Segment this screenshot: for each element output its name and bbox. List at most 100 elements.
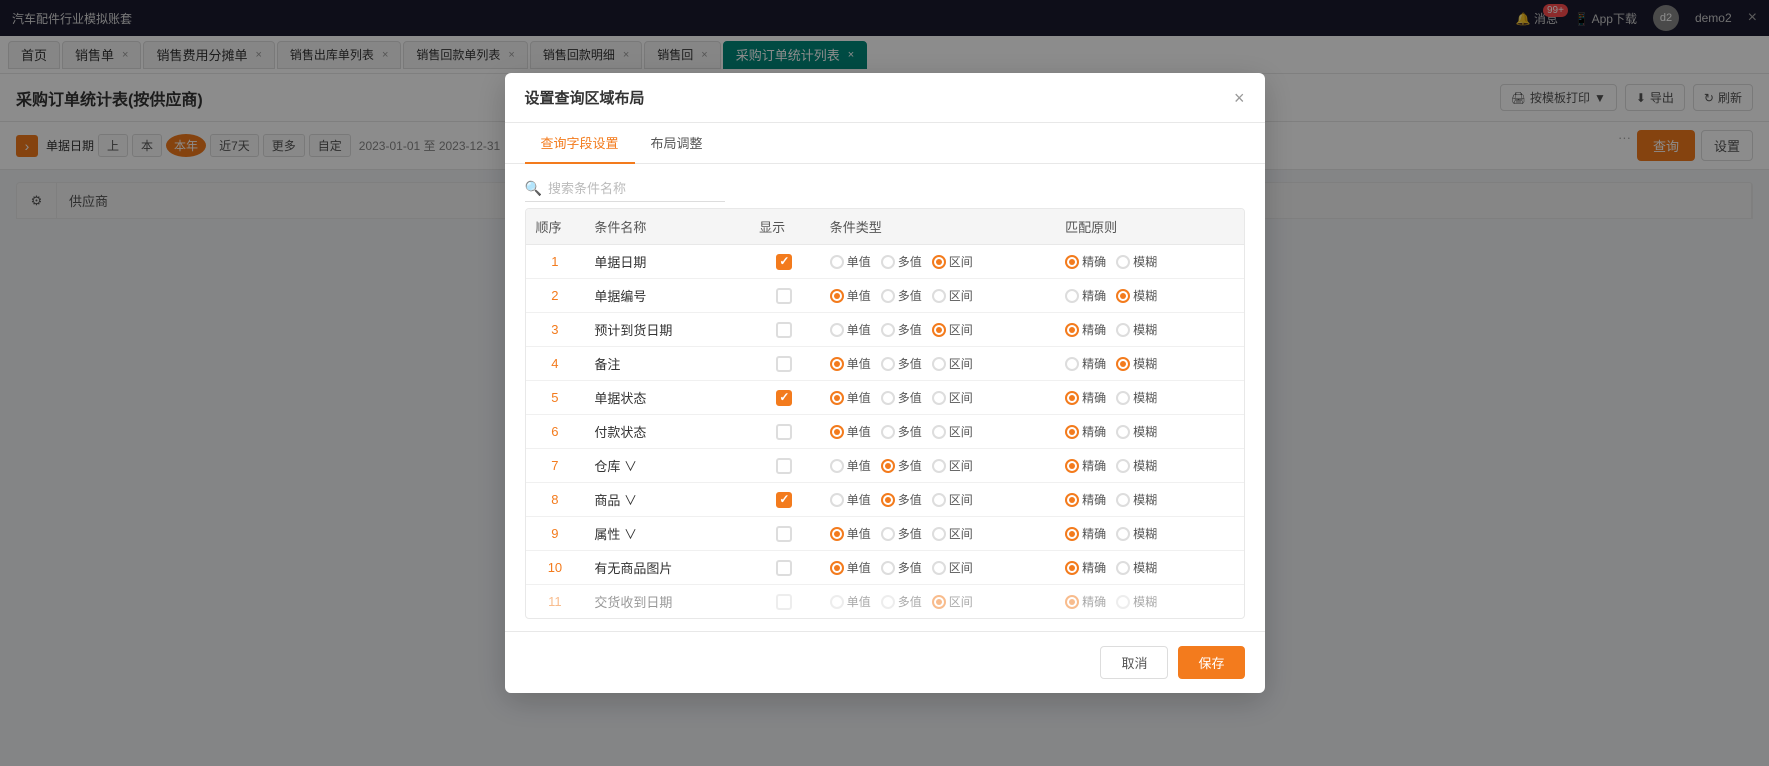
radio-match-精确[interactable]: 精确	[1065, 355, 1106, 372]
radio-match-精确[interactable]: 精确	[1065, 559, 1106, 576]
cell-show	[749, 551, 820, 585]
radio-match-模糊[interactable]: 模糊	[1116, 457, 1157, 474]
cell-name: 备注	[584, 347, 749, 381]
radio-match-模糊[interactable]: 模糊	[1116, 423, 1157, 440]
cell-match: 精确模糊	[1055, 245, 1243, 279]
cell-name: 属性 ∨	[584, 517, 749, 551]
show-checkbox[interactable]	[776, 424, 792, 440]
table-header-row: 顺序 条件名称 显示 条件类型 匹配原则	[526, 209, 1244, 245]
radio-type-多值[interactable]: 多值	[881, 389, 922, 406]
cell-match: 精确模糊	[1055, 313, 1243, 347]
radio-match-精确[interactable]: 精确	[1065, 287, 1106, 304]
cell-show	[749, 381, 820, 415]
search-input[interactable]	[548, 181, 725, 196]
radio-type-多值[interactable]: 多值	[881, 423, 922, 440]
show-checkbox[interactable]	[776, 492, 792, 508]
radio-type-多值[interactable]: 多值	[881, 287, 922, 304]
radio-match-精确[interactable]: 精确	[1065, 389, 1106, 406]
radio-type-多值[interactable]: 多值	[881, 321, 922, 338]
radio-match-模糊[interactable]: 模糊	[1116, 525, 1157, 542]
radio-type-区间[interactable]: 区间	[932, 253, 973, 270]
radio-type-区间[interactable]: 区间	[932, 457, 973, 474]
cell-type: 单值多值区间	[820, 415, 1055, 449]
radio-type-单值[interactable]: 单值	[830, 423, 871, 440]
show-checkbox[interactable]	[776, 288, 792, 304]
cell-name: 付款状态	[584, 415, 749, 449]
radio-type-区间[interactable]: 区间	[932, 491, 973, 508]
radio-type-多值[interactable]: 多值	[881, 355, 922, 372]
radio-match-模糊[interactable]: 模糊	[1116, 389, 1157, 406]
radio-type-区间[interactable]: 区间	[932, 423, 973, 440]
th-type: 条件类型	[820, 209, 1055, 245]
tab-layout-adjust[interactable]: 布局调整	[635, 123, 719, 164]
radio-type-多值[interactable]: 多值	[881, 457, 922, 474]
cell-type: 单值多值区间	[820, 483, 1055, 517]
radio-type-单值[interactable]: 单值	[830, 525, 871, 542]
radio-match-模糊[interactable]: 模糊	[1116, 321, 1157, 338]
radio-match-模糊[interactable]: 模糊	[1116, 491, 1157, 508]
cell-show	[749, 449, 820, 483]
show-checkbox[interactable]	[776, 560, 792, 576]
cell-match: 精确模糊	[1055, 551, 1243, 585]
cancel-button[interactable]: 取消	[1100, 646, 1168, 679]
show-checkbox[interactable]	[776, 322, 792, 338]
radio-type-区间[interactable]: 区间	[932, 355, 973, 372]
radio-type-多值[interactable]: 多值	[881, 593, 922, 610]
table-row: 4备注单值多值区间精确模糊	[526, 347, 1244, 381]
radio-type-单值[interactable]: 单值	[830, 457, 871, 474]
radio-type-单值[interactable]: 单值	[830, 355, 871, 372]
cell-show	[749, 517, 820, 551]
cell-name: 交货收到日期	[584, 585, 749, 619]
radio-match-精确[interactable]: 精确	[1065, 457, 1106, 474]
dialog-close-btn[interactable]: ×	[1234, 89, 1245, 107]
radio-type-区间[interactable]: 区间	[932, 321, 973, 338]
radio-match-模糊[interactable]: 模糊	[1116, 593, 1157, 610]
radio-match-模糊[interactable]: 模糊	[1116, 355, 1157, 372]
radio-type-多值[interactable]: 多值	[881, 525, 922, 542]
radio-type-区间[interactable]: 区间	[932, 287, 973, 304]
cell-type: 单值多值区间	[820, 313, 1055, 347]
save-button[interactable]: 保存	[1178, 646, 1244, 679]
radio-type-区间[interactable]: 区间	[932, 525, 973, 542]
show-checkbox[interactable]	[776, 458, 792, 474]
radio-match-精确[interactable]: 精确	[1065, 253, 1106, 270]
show-checkbox[interactable]	[776, 390, 792, 406]
dialog-tabs: 查询字段设置 布局调整	[505, 123, 1265, 164]
show-checkbox[interactable]	[776, 594, 792, 610]
radio-type-单值[interactable]: 单值	[830, 389, 871, 406]
radio-match-模糊[interactable]: 模糊	[1116, 253, 1157, 270]
radio-match-模糊[interactable]: 模糊	[1116, 287, 1157, 304]
radio-match-模糊[interactable]: 模糊	[1116, 559, 1157, 576]
show-checkbox[interactable]	[776, 526, 792, 542]
cell-name: 单据编号	[584, 279, 749, 313]
radio-match-精确[interactable]: 精确	[1065, 593, 1106, 610]
radio-type-区间[interactable]: 区间	[932, 593, 973, 610]
radio-type-区间[interactable]: 区间	[932, 389, 973, 406]
show-checkbox[interactable]	[776, 356, 792, 372]
radio-type-区间[interactable]: 区间	[932, 559, 973, 576]
radio-type-多值[interactable]: 多值	[881, 491, 922, 508]
radio-type-多值[interactable]: 多值	[881, 559, 922, 576]
radio-type-单值[interactable]: 单值	[830, 253, 871, 270]
table-row: 5单据状态单值多值区间精确模糊	[526, 381, 1244, 415]
radio-type-单值[interactable]: 单值	[830, 287, 871, 304]
cell-name: 预计到货日期	[584, 313, 749, 347]
show-checkbox[interactable]	[776, 254, 792, 270]
search-icon: 🔍	[525, 180, 542, 197]
cell-name: 单据状态	[584, 381, 749, 415]
th-name: 条件名称	[584, 209, 749, 245]
cell-type: 单值多值区间	[820, 381, 1055, 415]
cell-match: 精确模糊	[1055, 279, 1243, 313]
radio-type-单值[interactable]: 单值	[830, 321, 871, 338]
radio-type-单值[interactable]: 单值	[830, 593, 871, 610]
radio-match-精确[interactable]: 精确	[1065, 491, 1106, 508]
radio-type-单值[interactable]: 单值	[830, 559, 871, 576]
radio-match-精确[interactable]: 精确	[1065, 321, 1106, 338]
radio-match-精确[interactable]: 精确	[1065, 525, 1106, 542]
radio-type-多值[interactable]: 多值	[881, 253, 922, 270]
radio-match-精确[interactable]: 精确	[1065, 423, 1106, 440]
cell-name: 有无商品图片	[584, 551, 749, 585]
cell-show	[749, 279, 820, 313]
tab-query-fields[interactable]: 查询字段设置	[525, 123, 635, 164]
radio-type-单值[interactable]: 单值	[830, 491, 871, 508]
